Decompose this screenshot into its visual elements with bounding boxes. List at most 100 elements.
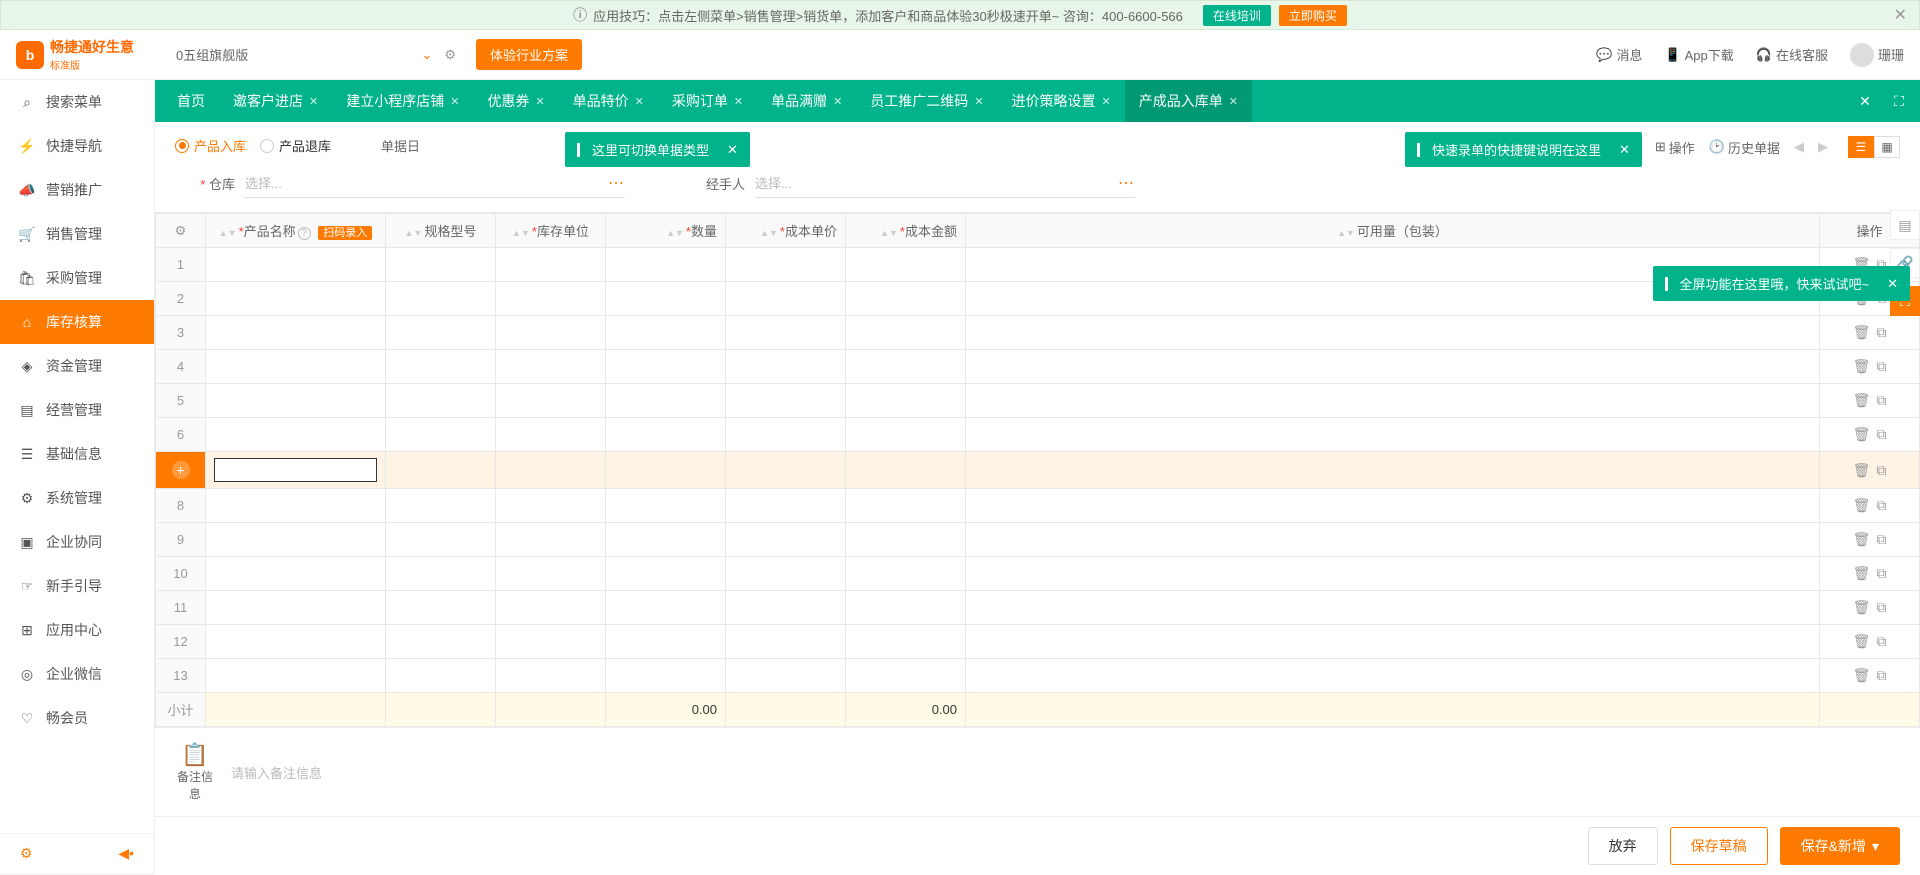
cell-unit[interactable] xyxy=(496,523,606,557)
cell-qty[interactable] xyxy=(606,557,726,591)
cell-avail[interactable] xyxy=(966,523,1820,557)
radio-product-out[interactable]: 产品退库 xyxy=(260,136,331,155)
tab-close-icon[interactable]: ✕ xyxy=(1229,95,1238,108)
cell-amt[interactable] xyxy=(846,659,966,693)
cell-price[interactable] xyxy=(726,282,846,316)
table-row[interactable]: 5🗑⧉ xyxy=(156,384,1920,418)
table-row[interactable]: 11🗑⧉ xyxy=(156,591,1920,625)
tab-close-icon[interactable]: ✕ xyxy=(535,95,544,108)
tab[interactable]: 优惠券✕ xyxy=(473,80,558,122)
copy-icon[interactable]: ⧉ xyxy=(1876,426,1886,442)
cell-name[interactable] xyxy=(206,489,386,523)
table-row[interactable]: +🗑⧉ xyxy=(156,452,1920,489)
scan-button[interactable]: 扫码录入 xyxy=(318,226,372,240)
tab[interactable]: 建立小程序店铺✕ xyxy=(332,80,473,122)
copy-icon[interactable]: ⧉ xyxy=(1876,667,1886,683)
copy-icon[interactable]: ⧉ xyxy=(1876,531,1886,547)
cell-spec[interactable] xyxy=(386,418,496,452)
cell-avail[interactable] xyxy=(966,659,1820,693)
logo[interactable]: b 畅捷通好生意 标准版 xyxy=(16,37,156,72)
cell-amt[interactable] xyxy=(846,350,966,384)
cell-unit[interactable] xyxy=(496,452,606,489)
prev-icon[interactable]: ◀ xyxy=(1794,139,1804,155)
cell-spec[interactable] xyxy=(386,489,496,523)
th-unit[interactable]: ▲▼*库存单位 xyxy=(496,214,606,248)
view-list-icon[interactable]: ☰ xyxy=(1848,136,1874,158)
th-settings[interactable]: ⚙ xyxy=(156,214,206,248)
cell-qty[interactable] xyxy=(606,591,726,625)
cell-amt[interactable] xyxy=(846,489,966,523)
history-button[interactable]: 🕑历史单据 xyxy=(1709,138,1780,157)
cell-avail[interactable] xyxy=(966,350,1820,384)
th-spec[interactable]: ▲▼规格型号 xyxy=(386,214,496,248)
tab[interactable]: 单品特价✕ xyxy=(559,80,658,122)
delete-icon[interactable]: 🗑 xyxy=(1853,497,1871,513)
ops-button[interactable]: ⊞操作 xyxy=(1655,138,1695,157)
delete-icon[interactable]: 🗑 xyxy=(1853,599,1871,615)
cell-spec[interactable] xyxy=(386,659,496,693)
cell-price[interactable] xyxy=(726,384,846,418)
cell-qty[interactable] xyxy=(606,523,726,557)
cell-avail[interactable] xyxy=(966,452,1820,489)
more-icon[interactable]: ⋯ xyxy=(1118,173,1135,193)
copy-icon[interactable]: ⧉ xyxy=(1876,565,1886,581)
cell-qty[interactable] xyxy=(606,350,726,384)
cell-qty[interactable] xyxy=(606,625,726,659)
cell-unit[interactable] xyxy=(496,659,606,693)
tab-close-icon[interactable]: ✕ xyxy=(833,95,842,108)
more-icon[interactable]: ⋯ xyxy=(608,173,625,193)
cell-unit[interactable] xyxy=(496,557,606,591)
add-row-icon[interactable]: + xyxy=(172,461,190,479)
org-selector[interactable]: 0五组旗舰版 ⌄ ⚙ xyxy=(176,45,456,64)
delete-icon[interactable]: 🗑 xyxy=(1853,565,1871,581)
th-qty[interactable]: ▲▼*数量 xyxy=(606,214,726,248)
cell-qty[interactable] xyxy=(606,489,726,523)
cell-price[interactable] xyxy=(726,248,846,282)
tab[interactable]: 首页 xyxy=(163,80,219,122)
cell-price[interactable] xyxy=(726,350,846,384)
cell-unit[interactable] xyxy=(496,489,606,523)
cell-spec[interactable] xyxy=(386,282,496,316)
cell-price[interactable] xyxy=(726,452,846,489)
table-row[interactable]: 3🗑⧉ xyxy=(156,316,1920,350)
tip-close-icon[interactable]: ✕ xyxy=(727,142,738,158)
tab[interactable]: 邀客户进店✕ xyxy=(219,80,332,122)
cell-avail[interactable] xyxy=(966,489,1820,523)
next-icon[interactable]: ▶ xyxy=(1818,139,1828,155)
sidebar-item[interactable]: ⌕搜索菜单 xyxy=(0,80,154,124)
cell-avail[interactable] xyxy=(966,625,1820,659)
cell-qty[interactable] xyxy=(606,659,726,693)
cell-price[interactable] xyxy=(726,316,846,350)
handler-field[interactable]: 经手人 选择...⋯ xyxy=(685,169,1135,198)
view-grid-icon[interactable]: ▦ xyxy=(1874,136,1900,158)
cell-qty[interactable] xyxy=(606,452,726,489)
cell-price[interactable] xyxy=(726,625,846,659)
copy-icon[interactable]: ⧉ xyxy=(1876,392,1886,408)
cell-unit[interactable] xyxy=(496,591,606,625)
cell-avail[interactable] xyxy=(966,384,1820,418)
tab-close-all-icon[interactable]: ✕ xyxy=(1852,88,1878,114)
cell-spec[interactable] xyxy=(386,591,496,625)
save-draft-button[interactable]: 保存草稿 xyxy=(1670,827,1768,865)
cell-price[interactable] xyxy=(726,557,846,591)
cell-name[interactable] xyxy=(206,557,386,591)
cell-spec[interactable] xyxy=(386,248,496,282)
cell-unit[interactable] xyxy=(496,625,606,659)
sidebar-item[interactable]: ⌂库存核算 xyxy=(0,300,154,344)
sidebar-item[interactable]: ⚙系统管理 xyxy=(0,476,154,520)
dock-template-icon[interactable]: ▤ xyxy=(1890,210,1920,240)
table-row[interactable]: 13🗑⧉ xyxy=(156,659,1920,693)
cell-spec[interactable] xyxy=(386,523,496,557)
save-add-button[interactable]: 保存&新增▾ xyxy=(1780,827,1900,865)
tab[interactable]: 单品满赠✕ xyxy=(757,80,856,122)
table-row[interactable]: 4🗑⧉ xyxy=(156,350,1920,384)
sidebar-item[interactable]: ⊞应用中心 xyxy=(0,608,154,652)
cell-name[interactable] xyxy=(206,248,386,282)
cell-qty[interactable] xyxy=(606,384,726,418)
doc-type-radio[interactable]: 产品入库 产品退库 xyxy=(175,136,331,155)
cell-amt[interactable] xyxy=(846,316,966,350)
cell-price[interactable] xyxy=(726,489,846,523)
settings-icon[interactable]: ⚙ xyxy=(20,845,33,862)
help-icon[interactable]: ? xyxy=(298,227,311,240)
discard-button[interactable]: 放弃 xyxy=(1588,827,1658,865)
